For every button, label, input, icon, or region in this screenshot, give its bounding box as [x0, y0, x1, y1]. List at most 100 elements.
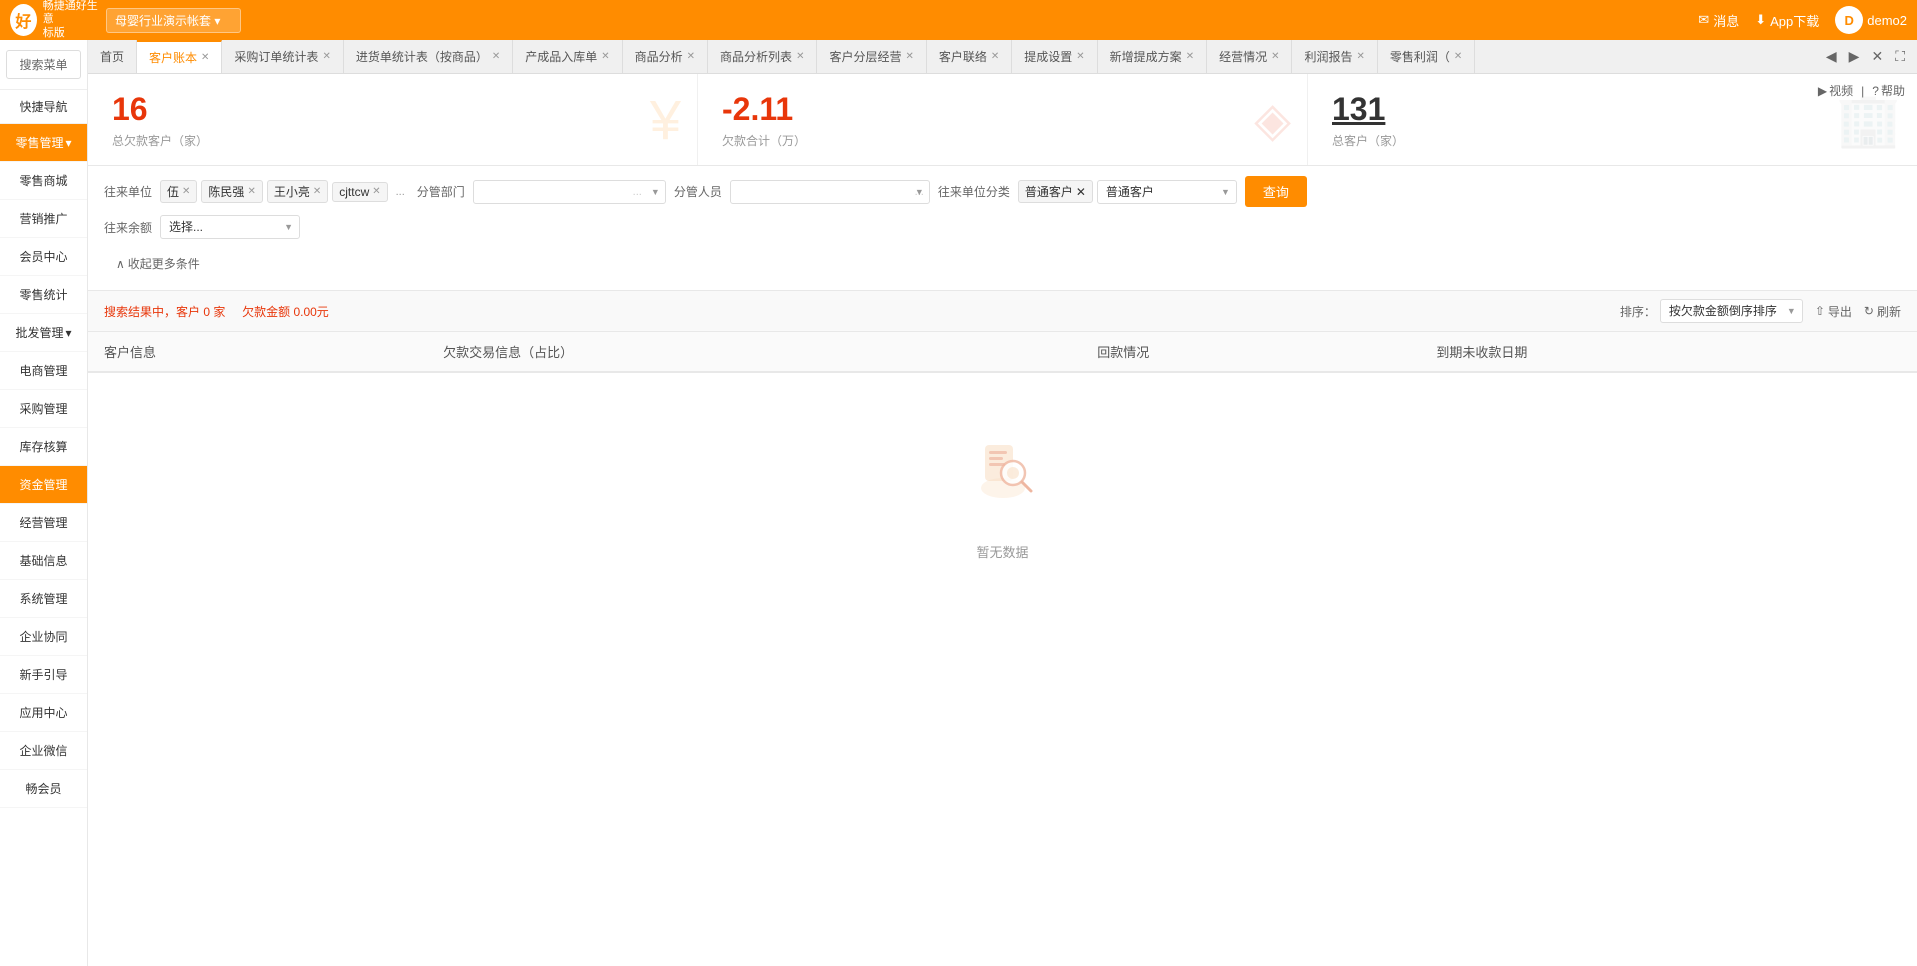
export-button[interactable]: ⇧ 导出 — [1815, 303, 1852, 320]
unit-tag-3-close[interactable]: ✕ — [313, 186, 321, 197]
th-repayment-status: 回款情况 — [1081, 332, 1420, 372]
unit-tag-4-close[interactable]: ✕ — [372, 186, 380, 197]
stats-bar: ¥ 16 总欠款客户（家） ◈ -2.11 欠款合计（万） ▶ 视频 | — [88, 74, 1917, 166]
tab-close-goods-analysis-list[interactable]: ✕ — [796, 51, 804, 62]
dept-clear[interactable]: ... — [633, 186, 642, 198]
sidebar-item-purchase-mgmt[interactable]: 采购管理 — [0, 390, 87, 428]
person-input[interactable] — [730, 180, 930, 204]
content-area: 首页 客户账本 ✕ 采购订单统计表 ✕ 进货单统计表（按商品） ✕ 产成品入库单… — [88, 40, 1917, 966]
sidebar-search-area: 搜索菜单 — [0, 40, 87, 90]
tab-tips-settings[interactable]: 提成设置 ✕ — [1012, 40, 1097, 73]
dept-filter-label: 分管部门 — [417, 183, 465, 200]
sidebar-item-business-mgmt[interactable]: 经营管理 — [0, 504, 87, 542]
stat-credit-customers: ¥ 16 总欠款客户（家） — [88, 74, 698, 165]
stat-value-total-customers[interactable]: 131 — [1332, 90, 1385, 128]
sidebar-item-finance[interactable]: 资金管理 — [0, 466, 87, 504]
play-icon: ▶ — [1818, 84, 1827, 98]
app-download-button[interactable]: ⬇ App下载 — [1755, 11, 1819, 30]
refresh-button[interactable]: ↻ 刷新 — [1864, 303, 1901, 320]
sort-select[interactable]: 按欠款金额倒序排序 按欠款金额正序排序 — [1660, 299, 1803, 323]
tab-close-new-tips-plan[interactable]: ✕ — [1186, 51, 1194, 62]
sidebar-item-enterprise-wechat[interactable]: 企业微信 — [0, 732, 87, 770]
sidebar-item-ecommerce[interactable]: 电商管理 — [0, 352, 87, 390]
sidebar: 搜索菜单 快捷导航 零售管理▾ 零售商城 营销推广 会员中心 零售统计 批发管理… — [0, 40, 88, 966]
tab-customer-contact[interactable]: 客户联络 ✕ — [927, 40, 1012, 73]
unit-tag-2: 陈民强 ✕ — [201, 180, 262, 203]
person-more[interactable]: ... — [915, 186, 924, 198]
stat-label-credit-amount: 欠款合计（万） — [722, 132, 806, 149]
messages-button[interactable]: ✉ 消息 — [1698, 11, 1739, 30]
tab-home[interactable]: 首页 — [88, 40, 137, 73]
tab-close-customer-contact[interactable]: ✕ — [991, 51, 999, 62]
tab-goods-analysis[interactable]: 商品分析 ✕ — [623, 40, 708, 73]
filter-row-2: 往来余额 选择... — [104, 215, 1901, 239]
sidebar-item-inventory[interactable]: 库存核算 — [0, 428, 87, 466]
tab-close-tips-settings[interactable]: ✕ — [1076, 51, 1084, 62]
tab-close-all[interactable]: ✕ — [1867, 46, 1887, 67]
tab-close-goods-in-stats[interactable]: ✕ — [492, 51, 500, 62]
tab-close-retail-profit[interactable]: ✕ — [1454, 51, 1462, 62]
download-icon: ⬇ — [1755, 12, 1766, 28]
tab-bar: 首页 客户账本 ✕ 采购订单统计表 ✕ 进货单统计表（按商品） ✕ 产成品入库单… — [88, 40, 1917, 74]
tab-retail-profit[interactable]: 零售利润（ ✕ — [1378, 40, 1475, 73]
classification-select[interactable]: 普通客户 — [1097, 180, 1237, 204]
tab-product-in[interactable]: 产成品入库单 ✕ — [513, 40, 622, 73]
tab-close-goods-analysis[interactable]: ✕ — [687, 51, 695, 62]
stat-icon-2: ◈ — [1254, 92, 1291, 148]
account-dropdown[interactable]: 母婴行业演示帐套 ▾ — [106, 8, 241, 33]
unit-tag-2-close[interactable]: ✕ — [247, 186, 255, 197]
sidebar-item-enterprise-coop[interactable]: 企业协同 — [0, 618, 87, 656]
tab-close-profit-report[interactable]: ✕ — [1357, 51, 1365, 62]
tab-customer-segment[interactable]: 客户分层经营 ✕ — [817, 40, 926, 73]
stat-label-total-customers: 总客户（家） — [1332, 132, 1404, 149]
sidebar-item-marketing[interactable]: 营销推广 — [0, 200, 87, 238]
search-menu-button[interactable]: 搜索菜单 — [6, 50, 81, 79]
th-credit-trade-info: 欠款交易信息（占比） — [427, 332, 1081, 372]
tab-maximize[interactable]: ⛶ — [1891, 46, 1909, 67]
sidebar-item-wholesale-mgmt[interactable]: 批发管理▾ — [0, 314, 87, 352]
filter-bar: 往来单位 伍 ✕ 陈民强 ✕ 王小亮 ✕ cjttcw — [88, 166, 1917, 291]
sidebar-item-vip-member[interactable]: 畅会员 — [0, 770, 87, 808]
empty-icon — [963, 433, 1043, 530]
unit-tags-more[interactable]: ... — [392, 184, 409, 200]
message-icon: ✉ — [1698, 12, 1709, 28]
tab-nav-next[interactable]: ▶ — [1845, 46, 1864, 67]
collapse-button[interactable]: ∧ 收起更多条件 — [104, 251, 1901, 276]
sidebar-item-retail-stats[interactable]: 零售统计 — [0, 276, 87, 314]
quick-nav-button[interactable]: 快捷导航 — [0, 90, 87, 124]
tab-close-business-situation[interactable]: ✕ — [1271, 51, 1279, 62]
balance-select[interactable]: 选择... — [160, 215, 300, 239]
tab-goods-in-stats[interactable]: 进货单统计表（按商品） ✕ — [344, 40, 513, 73]
sidebar-item-app-center[interactable]: 应用中心 — [0, 694, 87, 732]
sidebar-item-system-mgmt[interactable]: 系统管理 — [0, 580, 87, 618]
classification-tag-1: 普通客户 ✕ — [1018, 180, 1093, 203]
unit-tag-4: cjttcw ✕ — [332, 182, 387, 202]
user-menu[interactable]: D demo2 — [1835, 6, 1907, 34]
sidebar-item-retail-mgmt[interactable]: 零售管理▾ — [0, 124, 87, 162]
classification-tag-1-close[interactable]: ✕ — [1076, 185, 1086, 199]
tab-customer-account[interactable]: 客户账本 ✕ — [137, 40, 222, 73]
unit-filter-tags: 伍 ✕ 陈民强 ✕ 王小亮 ✕ cjttcw ✕ ... — [160, 180, 409, 203]
top-bar-right: ✉ 消息 ⬇ App下载 D demo2 — [1698, 6, 1907, 34]
sidebar-item-retail-store[interactable]: 零售商城 — [0, 162, 87, 200]
sort-select-outer: 按欠款金额倒序排序 按欠款金额正序排序 — [1660, 299, 1803, 323]
th-overdue-date: 到期未收款日期 — [1420, 332, 1917, 372]
tab-close-customer-segment[interactable]: ✕ — [905, 51, 913, 62]
sidebar-item-basic-info[interactable]: 基础信息 — [0, 542, 87, 580]
tab-purchase-order-stats[interactable]: 采购订单统计表 ✕ — [222, 40, 343, 73]
tab-profit-report[interactable]: 利润报告 ✕ — [1292, 40, 1377, 73]
sidebar-item-member-center[interactable]: 会员中心 — [0, 238, 87, 276]
tab-goods-analysis-list[interactable]: 商品分析列表 ✕ — [708, 40, 817, 73]
query-button[interactable]: 查询 — [1245, 176, 1307, 207]
tab-business-situation[interactable]: 经营情况 ✕ — [1207, 40, 1292, 73]
stat-total-customers: ▶ 视频 | ? 帮助 🏢 131 总客户（家） — [1308, 74, 1917, 165]
tab-new-tips-plan[interactable]: 新增提成方案 ✕ — [1098, 40, 1207, 73]
tab-close-customer-account[interactable]: ✕ — [201, 52, 209, 63]
tab-close-purchase-order-stats[interactable]: ✕ — [322, 51, 330, 62]
logo-icon: 好 — [10, 4, 37, 36]
tab-close-product-in[interactable]: ✕ — [601, 51, 609, 62]
tab-nav-prev[interactable]: ◀ — [1822, 46, 1841, 67]
unit-tag-1-close[interactable]: ✕ — [182, 186, 190, 197]
stat-icon-1: ¥ — [650, 87, 681, 152]
sidebar-item-new-guide[interactable]: 新手引导 — [0, 656, 87, 694]
